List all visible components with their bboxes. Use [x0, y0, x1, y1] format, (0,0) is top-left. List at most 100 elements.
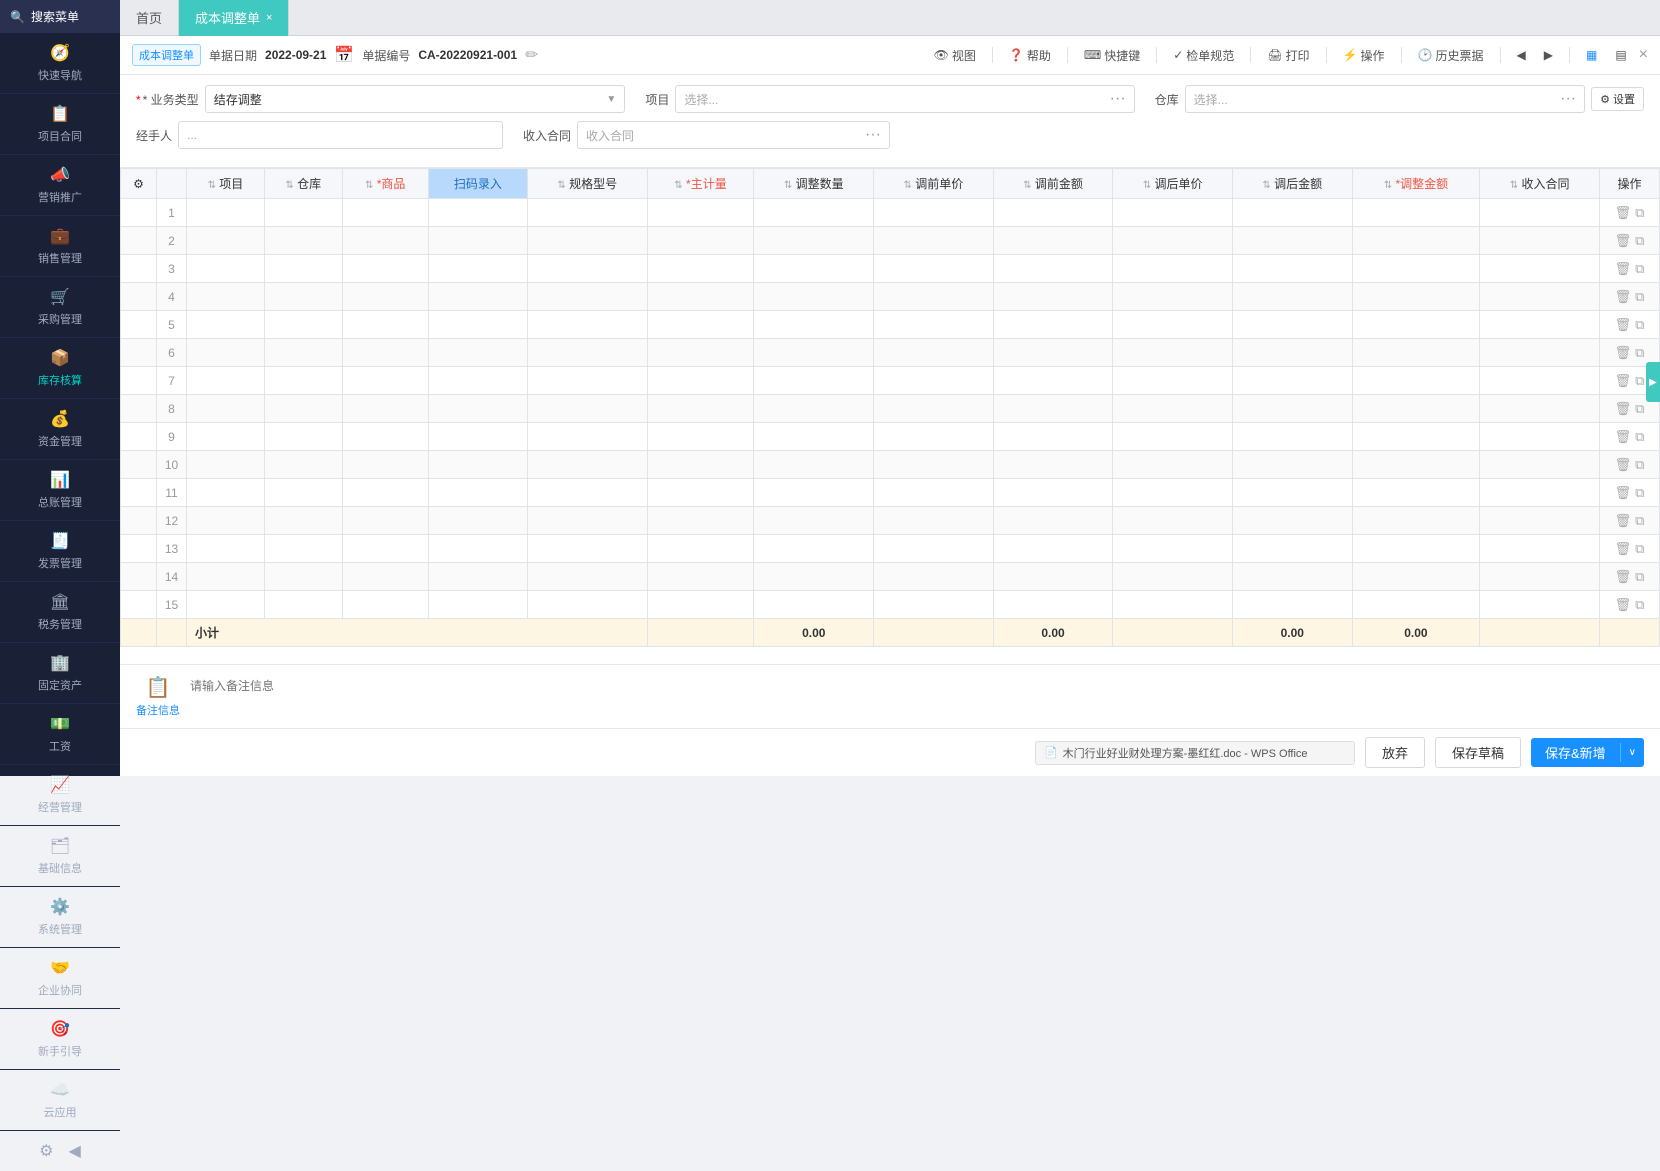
copy-icon-1[interactable]: ⧉ [1635, 205, 1644, 221]
copy-icon-5[interactable]: ⧉ [1635, 317, 1644, 333]
row-spec-3[interactable] [527, 255, 647, 283]
row-warehouse-1[interactable] [264, 199, 342, 227]
row-adjust-amount-9[interactable] [1352, 423, 1480, 451]
row-income-contract-7[interactable] [1480, 367, 1600, 395]
row-spec-11[interactable] [527, 479, 647, 507]
delete-icon-10[interactable]: 🗑 [1615, 457, 1632, 473]
sidebar-item-base-info[interactable]: 🗂 基础信息 [0, 826, 120, 887]
row-unit-4[interactable] [647, 283, 754, 311]
tab-home[interactable]: 首页 [120, 0, 179, 36]
col-before-amount[interactable]: ⇅ 调前金额 [993, 169, 1113, 199]
row-scan-15[interactable] [428, 591, 527, 619]
row-warehouse-5[interactable] [264, 311, 342, 339]
row-adjust-amount-13[interactable] [1352, 535, 1480, 563]
row-before-price-15[interactable] [874, 591, 994, 619]
row-adjust-qty-4[interactable] [754, 283, 874, 311]
row-unit-15[interactable] [647, 591, 754, 619]
row-product-4[interactable] [342, 283, 428, 311]
row-income-contract-5[interactable] [1480, 311, 1600, 339]
copy-icon-2[interactable]: ⧉ [1635, 233, 1644, 249]
row-warehouse-3[interactable] [264, 255, 342, 283]
row-after-amount-14[interactable] [1232, 563, 1352, 591]
row-after-amount-12[interactable] [1232, 507, 1352, 535]
row-before-price-14[interactable] [874, 563, 994, 591]
row-unit-3[interactable] [647, 255, 754, 283]
row-after-amount-9[interactable] [1232, 423, 1352, 451]
row-product-10[interactable] [342, 451, 428, 479]
row-product-9[interactable] [342, 423, 428, 451]
sidebar-item-tax-mgmt[interactable]: 🏛 税务管理 [0, 582, 120, 643]
col-settings[interactable]: ⚙ [121, 169, 157, 199]
row-product-6[interactable] [342, 339, 428, 367]
layout-grid-btn[interactable]: ▦ [1580, 46, 1603, 64]
row-after-price-3[interactable] [1113, 255, 1233, 283]
row-unit-2[interactable] [647, 227, 754, 255]
row-spec-5[interactable] [527, 311, 647, 339]
row-spec-9[interactable] [527, 423, 647, 451]
row-adjust-qty-8[interactable] [754, 395, 874, 423]
row-income-contract-6[interactable] [1480, 339, 1600, 367]
save-draft-btn[interactable]: 保存草稿 [1435, 737, 1521, 768]
col-product[interactable]: ⇅ *商品 [342, 169, 428, 199]
row-project-8[interactable] [187, 395, 265, 423]
row-product-7[interactable] [342, 367, 428, 395]
row-income-contract-15[interactable] [1480, 591, 1600, 619]
row-after-price-12[interactable] [1113, 507, 1233, 535]
row-adjust-amount-7[interactable] [1352, 367, 1480, 395]
row-income-contract-10[interactable] [1480, 451, 1600, 479]
sidebar-item-inventory-calc[interactable]: 📦 库存核算 [0, 338, 120, 399]
row-after-amount-13[interactable] [1232, 535, 1352, 563]
row-before-amount-5[interactable] [993, 311, 1113, 339]
settings-icon[interactable]: ⚙ [39, 1141, 53, 1161]
row-unit-12[interactable] [647, 507, 754, 535]
history-btn[interactable]: 🕑 历史票据 [1412, 45, 1490, 66]
row-warehouse-4[interactable] [264, 283, 342, 311]
delete-icon-9[interactable]: 🗑 [1615, 429, 1632, 445]
row-project-4[interactable] [187, 283, 265, 311]
row-spec-10[interactable] [527, 451, 647, 479]
row-before-price-11[interactable] [874, 479, 994, 507]
sidebar-item-sales-mgmt[interactable]: 💼 销售管理 [0, 216, 120, 277]
row-income-contract-3[interactable] [1480, 255, 1600, 283]
biz-type-input[interactable]: 结存调整 ▼ [205, 85, 626, 113]
row-adjust-amount-15[interactable] [1352, 591, 1480, 619]
row-project-15[interactable] [187, 591, 265, 619]
row-after-price-1[interactable] [1113, 199, 1233, 227]
row-warehouse-8[interactable] [264, 395, 342, 423]
row-after-amount-3[interactable] [1232, 255, 1352, 283]
copy-icon-11[interactable]: ⧉ [1635, 485, 1644, 501]
row-unit-9[interactable] [647, 423, 754, 451]
row-unit-1[interactable] [647, 199, 754, 227]
sidebar-item-cloud-apps[interactable]: ☁️ 云应用 [0, 1070, 120, 1131]
row-adjust-qty-13[interactable] [754, 535, 874, 563]
row-product-14[interactable] [342, 563, 428, 591]
row-after-price-10[interactable] [1113, 451, 1233, 479]
col-project[interactable]: ⇅ 项目 [187, 169, 265, 199]
warehouse-input[interactable]: 选择... ··· [1185, 85, 1585, 113]
row-after-amount-2[interactable] [1232, 227, 1352, 255]
row-after-price-5[interactable] [1113, 311, 1233, 339]
row-spec-6[interactable] [527, 339, 647, 367]
sidebar-item-project-contract[interactable]: 📋 项目合同 [0, 94, 120, 155]
row-after-price-6[interactable] [1113, 339, 1233, 367]
prev-btn[interactable]: ◀ [1511, 46, 1532, 64]
row-spec-2[interactable] [527, 227, 647, 255]
copy-icon-12[interactable]: ⧉ [1635, 513, 1644, 529]
operations-btn[interactable]: ⚡ 操作 [1337, 45, 1391, 66]
col-spec[interactable]: ⇅ 规格型号 [527, 169, 647, 199]
row-adjust-qty-3[interactable] [754, 255, 874, 283]
col-adjust-qty[interactable]: ⇅ 调整数量 [754, 169, 874, 199]
row-adjust-amount-4[interactable] [1352, 283, 1480, 311]
row-unit-6[interactable] [647, 339, 754, 367]
row-before-price-1[interactable] [874, 199, 994, 227]
delete-icon-8[interactable]: 🗑 [1615, 401, 1632, 417]
row-before-amount-12[interactable] [993, 507, 1113, 535]
row-project-11[interactable] [187, 479, 265, 507]
row-after-price-11[interactable] [1113, 479, 1233, 507]
row-scan-1[interactable] [428, 199, 527, 227]
copy-icon-14[interactable]: ⧉ [1635, 569, 1644, 585]
row-scan-12[interactable] [428, 507, 527, 535]
delete-icon-5[interactable]: 🗑 [1615, 317, 1632, 333]
row-adjust-amount-1[interactable] [1352, 199, 1480, 227]
row-before-price-10[interactable] [874, 451, 994, 479]
